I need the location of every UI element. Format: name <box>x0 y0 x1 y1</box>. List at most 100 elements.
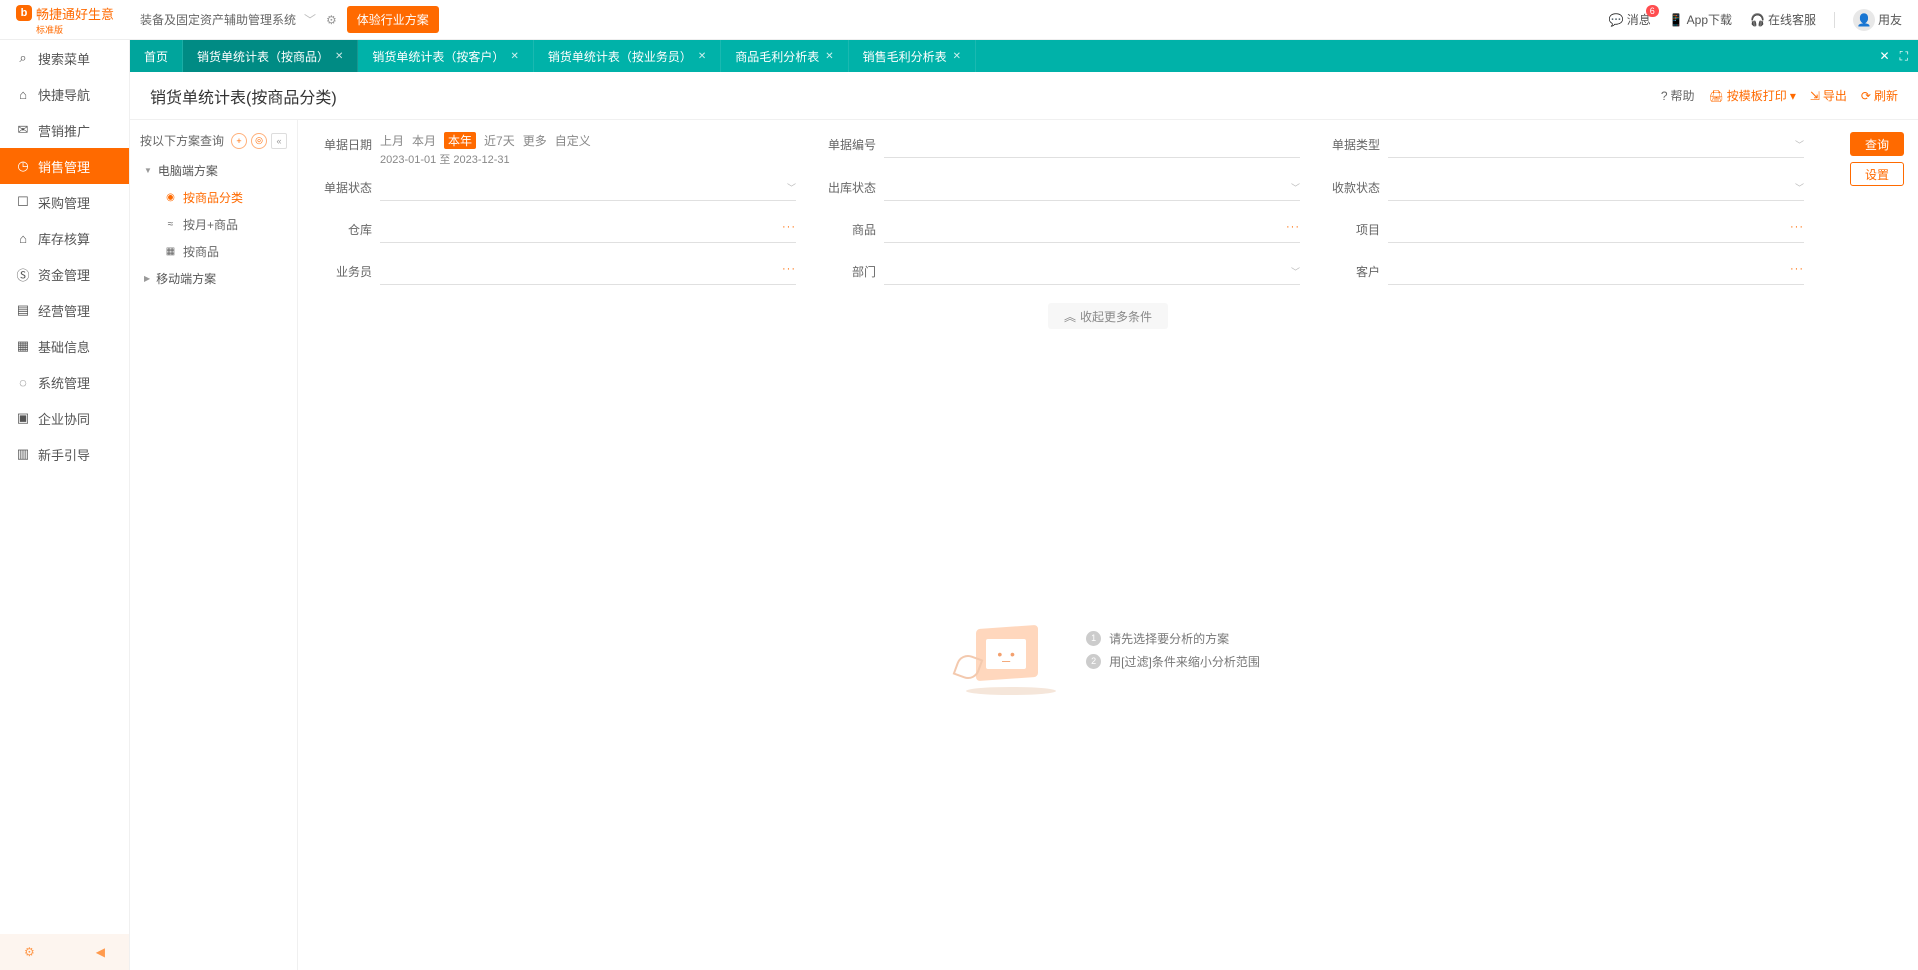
sidebar-item-label: 搜索菜单 <box>38 49 90 68</box>
sidebar-item-label: 系统管理 <box>38 373 90 392</box>
fullscreen-icon[interactable]: ⛶ <box>1900 49 1908 64</box>
filter-input[interactable] <box>884 132 1300 158</box>
filter-input[interactable]: ··· <box>884 217 1300 243</box>
query-button[interactable]: 查询 <box>1850 132 1904 156</box>
sidebar-bottom: ⚙ ◀ <box>0 934 129 970</box>
filter-input[interactable]: ﹀ <box>1388 132 1804 158</box>
close-icon[interactable]: ✕ <box>698 51 706 62</box>
date-option[interactable]: 本年 <box>444 132 476 149</box>
date-option[interactable]: 自定义 <box>555 132 591 149</box>
add-scheme-button[interactable]: + <box>231 133 247 149</box>
scheme-group-1[interactable]: ▶移动端方案 <box>140 265 287 292</box>
tab-2[interactable]: 销货单统计表（按客户）✕ <box>358 40 533 72</box>
filter-2-1: 商品··· <box>816 217 1300 251</box>
tab-1[interactable]: 销货单统计表（按商品）✕ <box>183 40 358 72</box>
sidebar-item-icon: ▥ <box>16 447 30 461</box>
refresh-button[interactable]: ⟳ 刷新 <box>1861 87 1898 104</box>
divider <box>1834 12 1835 28</box>
filter-input[interactable]: ﹀ <box>380 175 796 201</box>
gear-icon[interactable]: ⚙ <box>326 13 337 27</box>
scheme-item-0-1[interactable]: ≈按月+商品 <box>140 211 287 238</box>
filter-label: 收款状态 <box>1320 175 1388 196</box>
filter-label: 项目 <box>1320 217 1388 238</box>
messages-button[interactable]: 💬 消息 6 <box>1609 11 1651 28</box>
app-download-button[interactable]: 📱 App下载 <box>1669 11 1732 28</box>
close-icon[interactable]: ✕ <box>953 51 961 62</box>
scheme-item-0-0[interactable]: ◉按商品分类 <box>140 184 287 211</box>
sidebar-item-10[interactable]: ▣企业协同 <box>0 400 129 436</box>
filter-1-0: 单据状态﹀ <box>312 175 796 209</box>
message-icon: 💬 <box>1609 13 1624 27</box>
sidebar-item-6[interactable]: Ⓢ资金管理 <box>0 256 129 292</box>
filter-label: 业务员 <box>312 259 380 280</box>
avatar-icon: 👤 <box>1853 9 1875 31</box>
scheme-settings-button[interactable]: ◎ <box>251 133 267 149</box>
settings-button[interactable]: 设置 <box>1850 162 1904 186</box>
scheme-group-0[interactable]: ▼电脑端方案 <box>140 157 287 184</box>
filter-input[interactable]: ··· <box>1388 259 1804 285</box>
date-option[interactable]: 近7天 <box>484 132 515 149</box>
tab-5[interactable]: 销售毛利分析表✕ <box>849 40 976 72</box>
online-service-button[interactable]: 🎧 在线客服 <box>1750 11 1816 28</box>
sidebar-item-8[interactable]: ▦基础信息 <box>0 328 129 364</box>
scheme-group-label: 电脑端方案 <box>158 162 218 179</box>
experience-button[interactable]: 体验行业方案 <box>347 6 439 33</box>
sidebar-item-11[interactable]: ▥新手引导 <box>0 436 129 472</box>
print-label: 按模板打印 <box>1727 87 1787 104</box>
tab-0[interactable]: 首页 <box>130 40 183 72</box>
sidebar-item-3[interactable]: ◷销售管理 <box>0 148 129 184</box>
online-service-label: 在线客服 <box>1768 11 1816 28</box>
date-option[interactable]: 更多 <box>523 132 547 149</box>
refresh-label: 刷新 <box>1874 87 1898 104</box>
filter-3-0: 业务员··· <box>312 259 796 293</box>
export-button[interactable]: ⇲ 导出 <box>1810 87 1847 104</box>
scheme-item-0-2[interactable]: ▦按商品 <box>140 238 287 265</box>
settings-icon[interactable]: ⚙ <box>24 945 35 959</box>
filter-input[interactable]: ﹀ <box>884 175 1300 201</box>
sidebar-item-1[interactable]: ⌂快捷导航 <box>0 76 129 112</box>
collapse-filters-button[interactable]: ︽ 收起更多条件 <box>1048 303 1168 329</box>
collapse-sidebar-icon[interactable]: ◀ <box>96 945 105 959</box>
empty-state: •_• 1请先选择要分析的方案2用[过滤]条件来缩小分析范围 <box>298 329 1918 970</box>
close-icon[interactable]: ✕ <box>335 51 343 62</box>
scheme-item-icon: ◉ <box>164 191 177 204</box>
date-option[interactable]: 本月 <box>412 132 436 149</box>
app-download-label: App下载 <box>1687 11 1732 28</box>
print-template-button[interactable]: 🖨 按模板打印 ▾ <box>1709 87 1796 104</box>
tab-label: 首页 <box>144 48 168 65</box>
export-label: 导出 <box>1823 87 1847 104</box>
filter-input[interactable]: ﹀ <box>884 259 1300 285</box>
filter-actions: 查询设置 <box>1824 132 1904 293</box>
close-icon[interactable]: ✕ <box>510 51 518 62</box>
collapse-scheme-panel-button[interactable]: « <box>271 133 287 149</box>
phone-icon: 📱 <box>1669 13 1684 27</box>
sidebar-item-5[interactable]: ⌂库存核算 <box>0 220 129 256</box>
sidebar-item-icon: ⌕ <box>16 51 30 65</box>
sidebar-item-4[interactable]: ☐采购管理 <box>0 184 129 220</box>
sidebar-item-7[interactable]: ▤经营管理 <box>0 292 129 328</box>
filter-0-2: 单据类型﹀ <box>1320 132 1804 167</box>
user-menu[interactable]: 👤 用友 <box>1853 9 1902 31</box>
sidebar-item-2[interactable]: ✉营销推广 <box>0 112 129 148</box>
tab-3[interactable]: 销货单统计表（按业务员）✕ <box>534 40 721 72</box>
sidebar-item-icon: Ⓢ <box>16 267 30 281</box>
help-button[interactable]: ? 帮助 <box>1661 87 1695 104</box>
date-option[interactable]: 上月 <box>380 132 404 149</box>
tab-4[interactable]: 商品毛利分析表✕ <box>721 40 848 72</box>
filter-3-2: 客户··· <box>1320 259 1804 293</box>
sidebar-item-0[interactable]: ⌕ 搜索菜单 <box>0 40 129 76</box>
filter-input[interactable]: ﹀ <box>1388 175 1804 201</box>
sidebar-item-icon: ⌂ <box>16 87 30 101</box>
filter-label: 单据类型 <box>1320 132 1388 153</box>
close-all-tabs-icon[interactable]: ✕ <box>1880 49 1890 63</box>
filter-input[interactable]: ··· <box>380 259 796 285</box>
logo-text: 畅捷通好生意 <box>36 4 114 23</box>
filter-input[interactable]: ··· <box>1388 217 1804 243</box>
system-selector[interactable]: 装备及固定资产辅助管理系统 ﹀ <box>140 11 316 28</box>
sidebar-item-9[interactable]: ◌系统管理 <box>0 364 129 400</box>
sidebar-item-icon: ▦ <box>16 339 30 353</box>
filter-2-2: 项目··· <box>1320 217 1804 251</box>
close-icon[interactable]: ✕ <box>825 51 833 62</box>
filter-input[interactable]: ··· <box>380 217 796 243</box>
filter-label: 仓库 <box>312 217 380 238</box>
